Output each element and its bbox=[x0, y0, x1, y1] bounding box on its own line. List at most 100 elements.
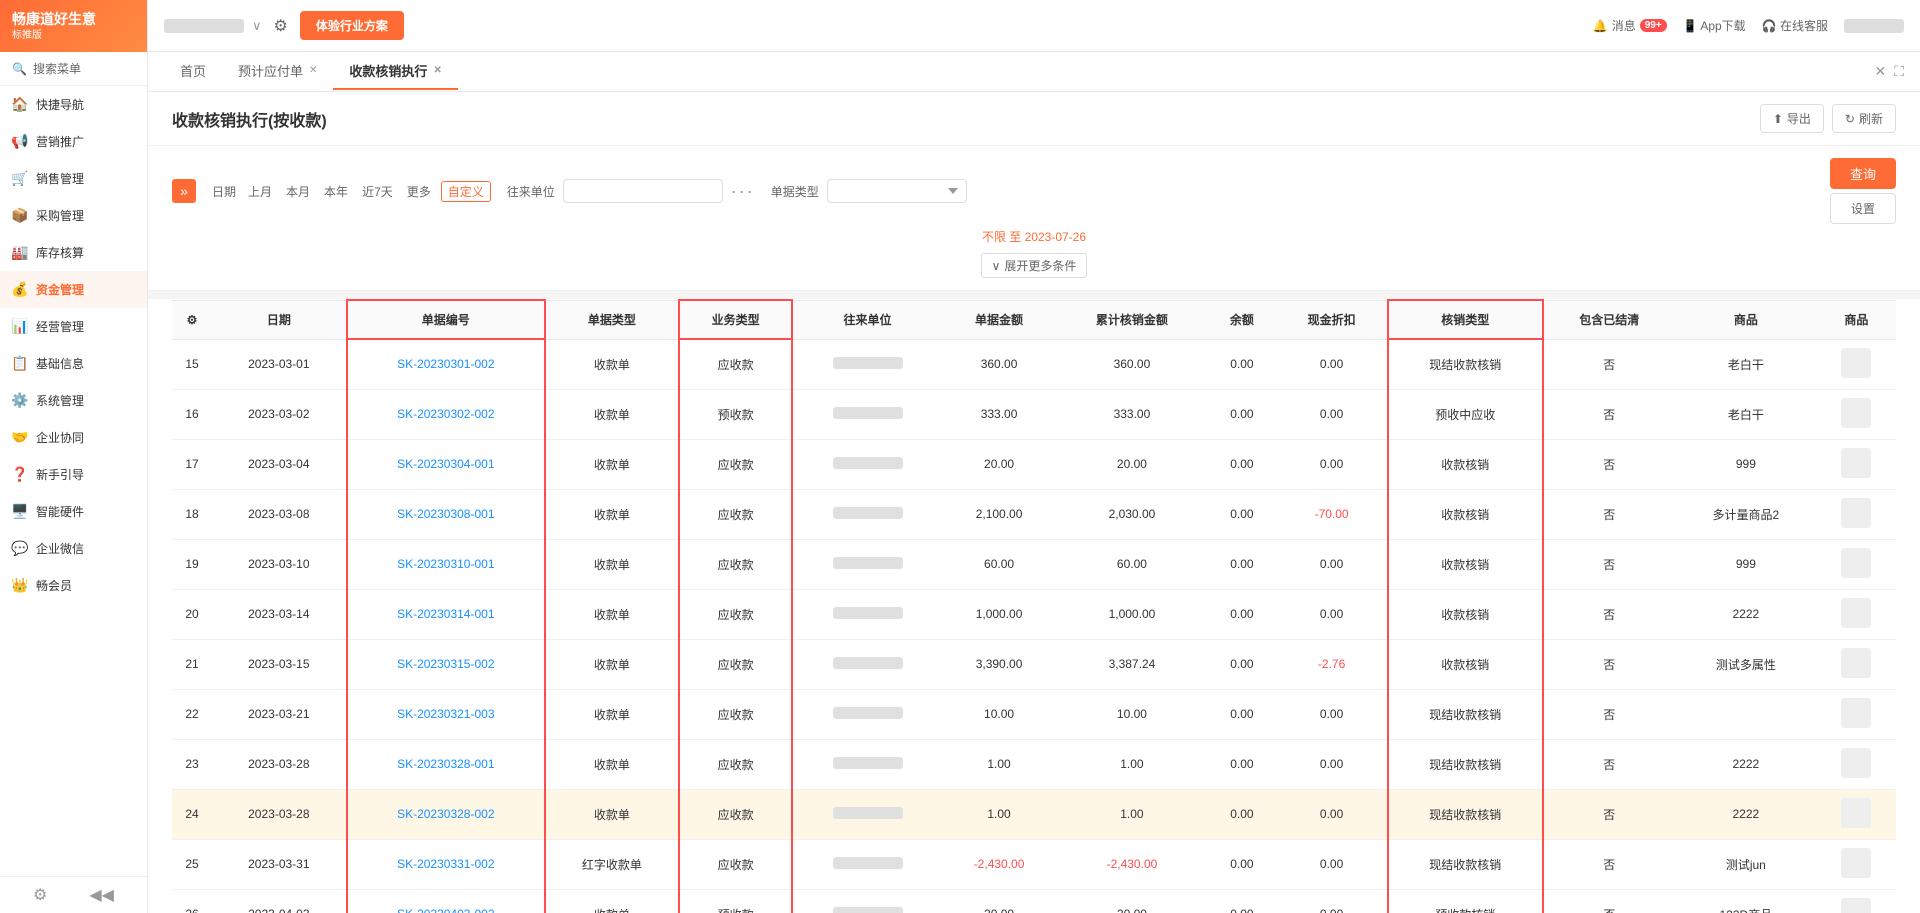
voucher-no-link[interactable]: SK-20230314-001 bbox=[397, 607, 494, 621]
tab-bar-actions: ✕ ⛶ bbox=[1874, 63, 1904, 80]
gear-icon-th[interactable]: ⚙ bbox=[187, 313, 198, 327]
cell-verified: 2,030.00 bbox=[1056, 489, 1207, 539]
search-label: 搜索菜单 bbox=[33, 60, 81, 77]
voucher-type-select[interactable] bbox=[827, 179, 967, 203]
tab-collection[interactable]: 收款核销执行 ✕ bbox=[333, 53, 457, 90]
cell-biz-type: 应收款 bbox=[679, 339, 792, 389]
sidebar-item-marketing[interactable]: 📢 营销推广 bbox=[0, 123, 147, 160]
cell-idx: 21 bbox=[172, 639, 212, 689]
sidebar-item-basic[interactable]: 📋 基础信息 bbox=[0, 345, 147, 382]
sidebar-item-system[interactable]: ⚙️ 系统管理 bbox=[0, 382, 147, 419]
sidebar-item-enterprise[interactable]: 🤝 企业协同 bbox=[0, 419, 147, 456]
voucher-type-label: 单据类型 bbox=[771, 183, 819, 200]
setting-btn[interactable]: 设置 bbox=[1830, 193, 1896, 224]
th-amount[interactable]: 单据金额 bbox=[942, 300, 1057, 339]
sidebar: 畅康道好生意 标推版 🔍 搜索菜单 🏠 快捷导航 📢 营销推广 🛒 销售管理 📦… bbox=[0, 0, 148, 913]
date-btn-custom[interactable]: 自定义 bbox=[441, 181, 491, 202]
th-verify-type[interactable]: 核销类型 bbox=[1388, 300, 1543, 339]
collapse-icon[interactable]: ◀◀ bbox=[89, 885, 114, 905]
tab-collection-label: 收款核销执行 bbox=[349, 61, 427, 80]
tab-close-all-icon[interactable]: ✕ bbox=[1874, 63, 1886, 80]
th-verified[interactable]: 累计核销金额 bbox=[1056, 300, 1207, 339]
sidebar-item-hardware[interactable]: 🖥️ 智能硬件 bbox=[0, 493, 147, 530]
online-service-link[interactable]: 🎧 在线客服 bbox=[1762, 17, 1828, 34]
th-partner[interactable]: 往来单位 bbox=[792, 300, 941, 339]
sidebar-item-quick-nav[interactable]: 🏠 快捷导航 bbox=[0, 86, 147, 123]
th-biz-type[interactable]: 业务类型 bbox=[679, 300, 792, 339]
th-goods[interactable]: 商品 bbox=[1675, 300, 1817, 339]
search-menu[interactable]: 🔍 搜索菜单 bbox=[0, 52, 147, 86]
tab-prepay[interactable]: 预计应付单 ✕ bbox=[222, 53, 333, 90]
date-filter-label: 日期 bbox=[212, 183, 236, 200]
query-btn[interactable]: 查询 bbox=[1830, 158, 1896, 189]
voucher-no-link[interactable]: SK-20230328-001 bbox=[397, 757, 494, 771]
voucher-no-link[interactable]: SK-20230301-002 bbox=[397, 357, 494, 371]
refresh-btn[interactable]: ↻ 刷新 bbox=[1832, 104, 1896, 133]
voucher-no-link[interactable]: SK-20230315-002 bbox=[397, 657, 494, 671]
sidebar-item-guide[interactable]: ❓ 新手引导 bbox=[0, 456, 147, 493]
cell-goods2 bbox=[1817, 489, 1896, 539]
voucher-no-link[interactable]: SK-20230403-002 bbox=[397, 907, 494, 913]
filter-expand-btn[interactable]: » bbox=[172, 179, 196, 203]
tab-maximize-icon[interactable]: ⛶ bbox=[1894, 63, 1904, 80]
voucher-no-link[interactable]: SK-20230310-001 bbox=[397, 557, 494, 571]
table-scroll[interactable]: ⚙ 日期 单据编号 单据类型 业务类型 往来单位 单据金额 累计核销金额 余额 … bbox=[172, 299, 1896, 913]
partner-label: 往来单位 bbox=[507, 183, 555, 200]
app-download-link[interactable]: 📱 App下载 bbox=[1683, 17, 1746, 34]
tab-home[interactable]: 首页 bbox=[164, 53, 222, 90]
date-btn-more[interactable]: 更多 bbox=[403, 181, 435, 202]
main-content: ∨ ⚙ 体验行业方案 🔔 消息 99+ 📱 App下载 🎧 在线客服 首页 bbox=[148, 0, 1920, 913]
voucher-no-link[interactable]: SK-20230308-001 bbox=[397, 507, 494, 521]
th-voucher-no[interactable]: 单据编号 bbox=[347, 300, 545, 339]
th-goods2[interactable]: 商品 bbox=[1817, 300, 1896, 339]
settings-bottom-icon[interactable]: ⚙ bbox=[33, 885, 47, 905]
voucher-no-link[interactable]: SK-20230304-001 bbox=[397, 457, 494, 471]
th-balance[interactable]: 余额 bbox=[1208, 300, 1277, 339]
voucher-no-link[interactable]: SK-20230321-003 bbox=[397, 707, 494, 721]
tab-collection-close[interactable]: ✕ bbox=[433, 65, 441, 76]
sidebar-label-guide: 新手引导 bbox=[36, 466, 84, 483]
voucher-no-link[interactable]: SK-20230302-002 bbox=[397, 407, 494, 421]
cell-cash-discount: 0.00 bbox=[1276, 339, 1388, 389]
solution-btn[interactable]: 体验行业方案 bbox=[300, 11, 404, 40]
th-include-settled[interactable]: 包含已结清 bbox=[1543, 300, 1675, 339]
sales-icon: 🛒 bbox=[12, 171, 28, 187]
cell-goods: 2222 bbox=[1675, 589, 1817, 639]
export-btn[interactable]: ⬆ 导出 bbox=[1760, 104, 1824, 133]
cell-goods: 123D商品 bbox=[1675, 889, 1817, 913]
sidebar-item-sales[interactable]: 🛒 销售管理 bbox=[0, 160, 147, 197]
cell-date: 2023-03-28 bbox=[212, 739, 347, 789]
th-date[interactable]: 日期 bbox=[212, 300, 347, 339]
partner-input[interactable] bbox=[563, 179, 723, 203]
expand-more-btn[interactable]: ∨ 展开更多条件 bbox=[981, 253, 1088, 278]
date-btn-this-year[interactable]: 本年 bbox=[320, 181, 352, 202]
date-btn-last-month[interactable]: 上月 bbox=[244, 181, 276, 202]
voucher-no-link[interactable]: SK-20230328-002 bbox=[397, 807, 494, 821]
sidebar-item-member[interactable]: 👑 畅会员 bbox=[0, 567, 147, 604]
cell-balance: 0.00 bbox=[1208, 639, 1277, 689]
cell-voucher-type: 收款单 bbox=[545, 439, 679, 489]
tab-prepay-close[interactable]: ✕ bbox=[309, 65, 317, 76]
voucher-no-link[interactable]: SK-20230331-002 bbox=[397, 857, 494, 871]
cell-verify-type: 现结收款核销 bbox=[1388, 689, 1543, 739]
phone-icon: 📱 bbox=[1683, 19, 1698, 33]
sidebar-item-operation[interactable]: 📊 经营管理 bbox=[0, 308, 147, 345]
gear-icon[interactable]: ⚙ bbox=[274, 16, 288, 36]
sidebar-item-inventory[interactable]: 🏭 库存核算 bbox=[0, 234, 147, 271]
sidebar-item-wechat[interactable]: 💬 企业微信 bbox=[0, 530, 147, 567]
cell-balance: 0.00 bbox=[1208, 789, 1277, 839]
top-bar: ∨ ⚙ 体验行业方案 🔔 消息 99+ 📱 App下载 🎧 在线客服 bbox=[148, 0, 1920, 52]
date-btn-this-month[interactable]: 本月 bbox=[282, 181, 314, 202]
sidebar-item-finance[interactable]: 💰 资金管理 bbox=[0, 271, 147, 308]
sidebar-item-purchase[interactable]: 📦 采购管理 bbox=[0, 197, 147, 234]
th-voucher-type[interactable]: 单据类型 bbox=[545, 300, 679, 339]
sidebar-label-system: 系统管理 bbox=[36, 392, 84, 409]
enterprise-icon: 🤝 bbox=[12, 430, 28, 446]
cell-date: 2023-03-08 bbox=[212, 489, 347, 539]
date-btn-7days[interactable]: 近7天 bbox=[358, 181, 397, 202]
sidebar-label-hardware: 智能硬件 bbox=[36, 503, 84, 520]
cell-idx: 25 bbox=[172, 839, 212, 889]
notification-area[interactable]: 🔔 消息 99+ bbox=[1593, 17, 1667, 34]
th-cash-discount[interactable]: 现金折扣 bbox=[1276, 300, 1388, 339]
cell-include-settled: 否 bbox=[1543, 739, 1675, 789]
